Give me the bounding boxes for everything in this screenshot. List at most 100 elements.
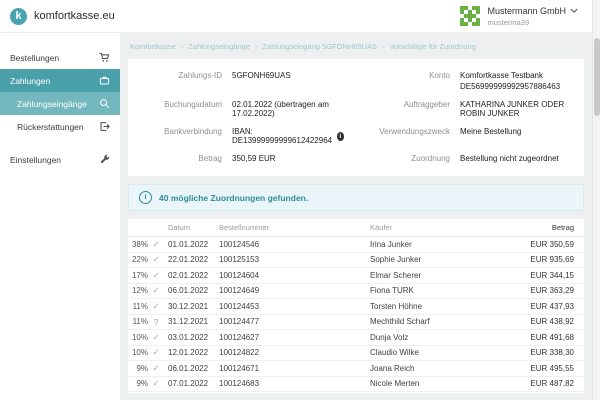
komfortkasse-logo-icon: k [10,7,27,25]
breadcrumb-current-page: Vorschläge für Zuordnung [389,42,476,51]
match-percent: 9% [136,379,148,389]
assign-check-button[interactable]: ✓ [148,270,160,281]
assign-check-button[interactable]: ✓ [148,239,160,250]
amount-value: 350,59 EUR [232,154,276,163]
order-amount: EUR 363,29 [530,286,574,296]
sidebar: Bestellungen Zahlungen Zahlungseingänge [0,33,120,400]
table-row[interactable]: 11% ? 31.12.2021 100124477 Mechthild Sch… [128,315,584,330]
sidebar-item-zahlungen[interactable]: Zahlungen [0,69,120,92]
table-row[interactable]: 10% ✓ 03.01.2022 100124627 Dunja Volz EU… [128,330,584,346]
order-date: 30.12.2021 [168,301,209,311]
header-buyer: Käufer [370,223,393,232]
header-amount: Betrag [551,223,574,232]
buyer-name: Dunja Volz [370,332,409,342]
scrollbar-thumb[interactable] [594,38,600,116]
breadcrumb-separator: > [179,42,185,51]
breadcrumb-link-zahlungseingaenge[interactable]: Zahlungseingänge [188,42,250,51]
assign-check-button[interactable]: ✓ [148,347,160,358]
breadcrumb-link-komfortkasse[interactable]: Komfortkasse [130,42,176,51]
order-amount: EUR 438,92 [530,317,574,327]
order-date: 03.01.2022 [168,332,209,342]
order-number: 100124822 [219,348,260,358]
account-iban: DE56999999992957886463 [460,82,561,91]
sidebar-item-zahlungseingaenge[interactable]: Zahlungseingänge [0,92,120,115]
match-percent: 38% [131,239,148,249]
sidebar-item-rueckerstattungen[interactable]: Rückerstattungen [0,115,120,138]
order-amount: EUR 487,82 [530,379,574,389]
breadcrumb-link-zahlungseingang[interactable]: Zahlungseingang 5GFONH69UAS [262,42,377,51]
buyer-name: Fiona TURK [370,286,414,296]
breadcrumb-separator: > [381,42,386,51]
table-row[interactable]: 10% ✓ 12.01.2022 100124822 Claudio Wilke… [128,346,584,361]
wrench-icon [99,154,110,165]
match-percent: 17% [131,270,148,280]
buyer-name: Elmar Scherer [370,270,422,280]
field-label: Zahlungs-ID [178,71,222,80]
brand-logo[interactable]: k komfortkasse.eu [10,7,115,25]
order-number: 100124627 [219,332,260,342]
sidebar-item-label: Einstellungen [10,154,62,165]
order-amount: EUR 338,30 [530,348,574,358]
banner-message: 40 mögliche Zuordnungen gefunden. [159,192,309,203]
reference-value: Meine Bestellung [460,127,522,136]
brand-name: komfortkasse.eu [34,10,115,22]
field-label: Verwendungszweck [379,127,450,136]
assign-question-button[interactable]: ? [148,317,160,327]
suggestions-table: Datum Bestellnummer Käufer Betrag 38% ✓ … [128,219,584,393]
sidebar-item-label: Rückerstattungen [17,121,84,132]
assignment-status-value: Bestellung nicht zugeordnet [460,154,559,163]
order-amount: EUR 491,68 [530,332,574,342]
buyer-name: Irina Junker [370,239,412,249]
assign-check-button[interactable]: ✓ [148,254,160,265]
account-identicon-icon [460,5,481,26]
table-row[interactable]: 22% ✓ 22.01.2022 100125153 Sophie Junker… [128,253,584,268]
sidebar-item-bestellungen[interactable]: Bestellungen [0,46,120,69]
table-row[interactable]: 38% ✓ 01.01.2022 100124546 Irina Junker … [128,237,584,253]
assign-check-button[interactable]: ✓ [148,363,160,374]
table-row[interactable]: 17% ✓ 02.01.2022 100124604 Elmar Scherer… [128,268,584,284]
order-date: 07.01.2022 [168,379,209,389]
order-amount: EUR 344,15 [530,270,574,280]
field-label: Bankverbindung [164,127,222,136]
order-date: 12.01.2022 [168,348,209,358]
order-number: 100124477 [219,317,260,327]
info-icon[interactable]: i [336,131,344,141]
table-row[interactable]: 9% ✓ 06.01.2022 100124671 Joana Reich EU… [128,361,584,377]
logout-icon [99,121,110,132]
topbar: k komfortkasse.eu Mustermann GmbH muster… [0,0,592,33]
buyer-name: Sophie Junker [370,255,422,265]
match-percent: 10% [131,348,148,358]
breadcrumb: Komfortkasse > Zahlungseingänge > Zahlun… [128,39,584,59]
assign-check-button[interactable]: ✓ [148,332,160,343]
assign-check-button[interactable]: ✓ [148,378,160,389]
match-percent: 9% [136,363,148,373]
originator-value: KATHARINA JUNKER ODER ROBIN JUNKER [460,100,565,118]
match-percent: 22% [131,255,148,265]
match-percent: 11% [132,317,148,327]
table-header-row: Datum Bestellnummer Käufer Betrag [128,219,584,237]
table-row[interactable]: 12% ✓ 06.01.2022 100124649 Fiona TURK EU… [128,284,584,299]
booking-date-value: 02.01.2022 (übertragen am 17.02.2022) [232,100,329,118]
sidebar-item-einstellungen[interactable]: Einstellungen [0,148,120,171]
order-number: 100125153 [219,255,260,265]
order-date: 22.01.2022 [168,255,209,265]
header-order-number: Bestellnummer [219,223,270,232]
table-row[interactable]: 11% ✓ 30.12.2021 100124453 Torsten Höhne… [128,299,584,315]
order-number: 100124671 [219,363,260,373]
suggestions-info-banner: i 40 mögliche Zuordnungen gefunden. [128,184,584,211]
table-row[interactable]: 9% ✓ 07.01.2022 100124683 Nicole Merten … [128,377,584,392]
order-date: 02.01.2022 [168,270,209,280]
field-label: Konto [429,71,450,80]
order-date: 06.01.2022 [168,363,209,373]
buyer-name: Torsten Höhne [370,301,423,311]
account-menu[interactable]: Mustermann GmbH musterma39 [460,5,578,27]
main-content: Komfortkasse > Zahlungseingänge > Zahlun… [120,33,592,400]
account-username: musterma39 [487,17,530,27]
assign-check-button[interactable]: ✓ [148,301,160,312]
assign-check-button[interactable]: ✓ [148,285,160,296]
payment-details-panel: Zahlungs-ID 5GFONH69UAS Konto Komfortkas… [128,59,584,176]
order-number: 100124683 [219,379,260,389]
order-number: 100124604 [219,270,260,280]
sidebar-item-label: Zahlungseingänge [17,98,87,109]
order-number: 100124453 [219,301,260,311]
